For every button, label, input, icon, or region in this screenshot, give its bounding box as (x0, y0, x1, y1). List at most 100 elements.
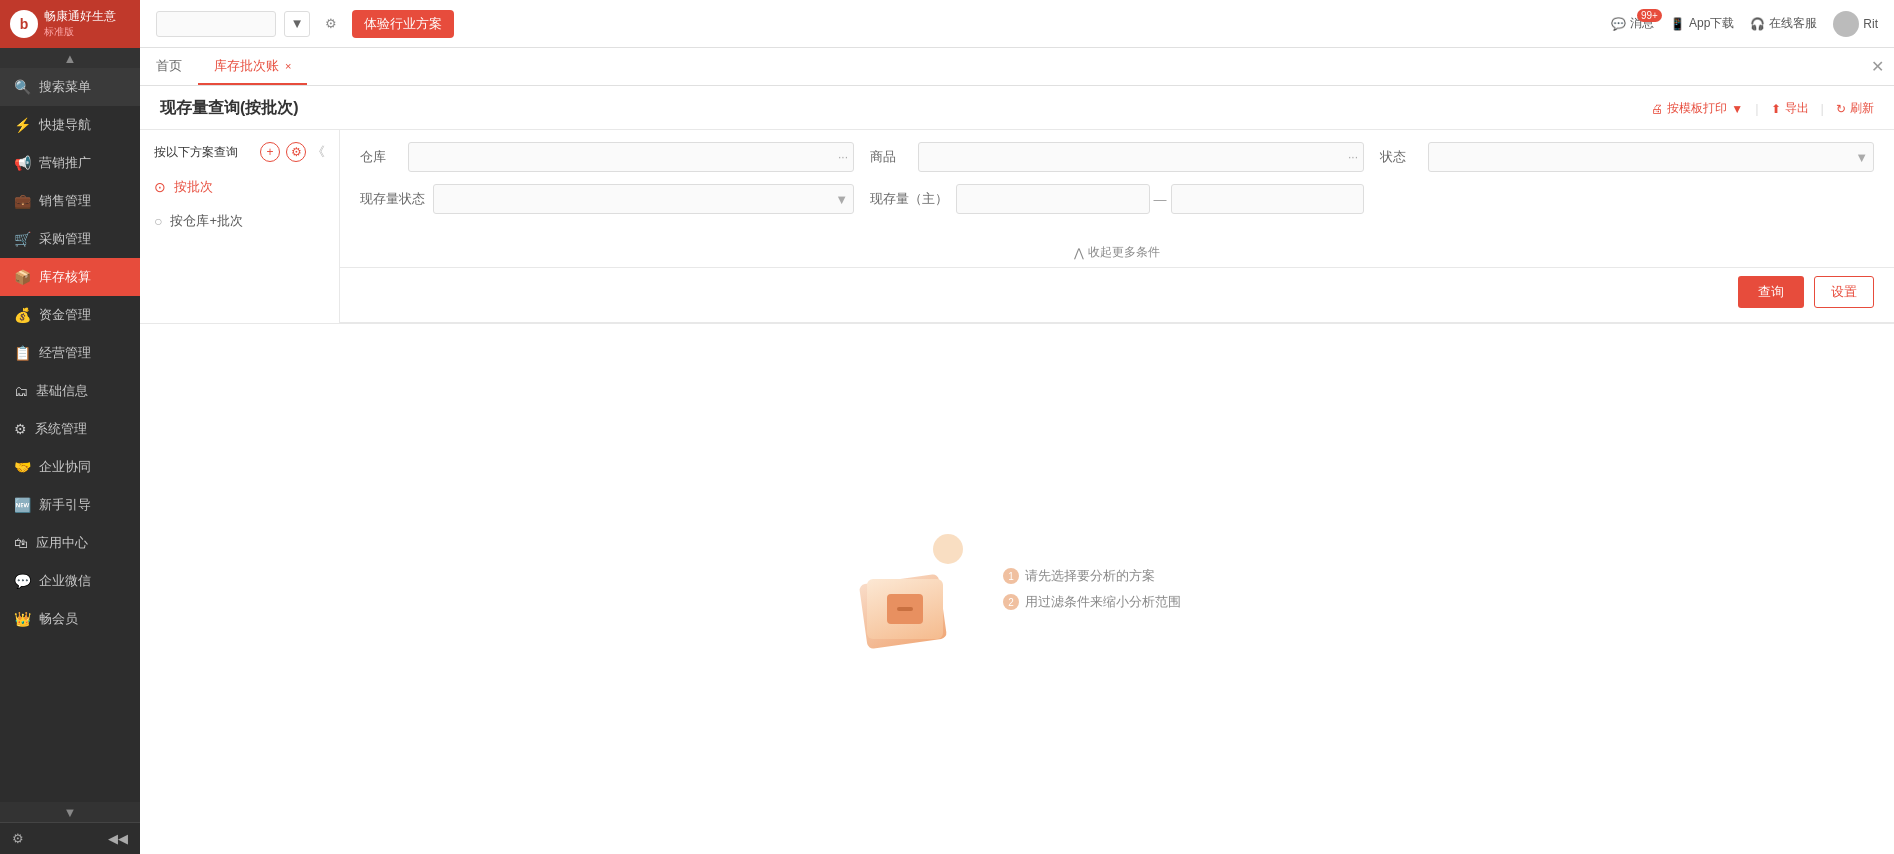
filter-field-status: 状态 ▼ (1380, 142, 1874, 172)
export-label: 导出 (1785, 100, 1809, 117)
empty-state: 1 请先选择要分析的方案 2 用过滤条件来缩小分析范围 (140, 324, 1894, 854)
appstore-icon: 🛍 (14, 535, 28, 551)
tip-num-1: 1 (1003, 568, 1019, 584)
status-select[interactable] (1428, 142, 1874, 172)
filter-panel: 按以下方案查询 + ⚙ 《 ⊙ 按批次 (140, 130, 1894, 324)
tab-home-label: 首页 (156, 57, 182, 75)
empty-inner: 1 请先选择要分析的方案 2 用过滤条件来缩小分析范围 (853, 534, 1181, 644)
tab-bar: 首页 库存批次账 × ✕ (140, 48, 1894, 86)
sidebar-item-sales[interactable]: 💼 销售管理 (0, 182, 140, 220)
refresh-button[interactable]: ↻ 刷新 (1836, 100, 1874, 117)
radio-active-icon: ⊙ (154, 179, 166, 195)
sidebar-item-guide[interactable]: 🆕 新手引导 (0, 486, 140, 524)
guide-icon: 🆕 (14, 497, 31, 513)
settings-footer-icon[interactable]: ⚙ (12, 831, 24, 846)
sidebar-item-label: 新手引导 (39, 496, 91, 514)
sidebar-item-quick[interactable]: ⚡ 快捷导航 (0, 106, 140, 144)
empty-tip-2: 2 用过滤条件来缩小分析范围 (1003, 593, 1181, 611)
collapse-icon: 《 (312, 144, 325, 159)
warehouse-dots[interactable]: ··· (838, 150, 848, 164)
filter-field-stock-qty: 现存量（主） — (870, 184, 1364, 214)
sidebar-item-purchase[interactable]: 🛒 采购管理 (0, 220, 140, 258)
empty-tips: 1 请先选择要分析的方案 2 用过滤条件来缩小分析范围 (1003, 567, 1181, 611)
filter-option-warehouse-batch-label: 按仓库+批次 (170, 212, 243, 230)
tip-num-2: 2 (1003, 594, 1019, 610)
scheme-settings-button[interactable]: ⚙ (286, 142, 306, 162)
topbar-search-input[interactable] (156, 11, 276, 37)
topbar-gear-button[interactable]: ⚙ (318, 11, 344, 37)
filter-form-area: 仓库 ··· 商品 ··· (340, 130, 1894, 323)
stock-status-select[interactable] (433, 184, 854, 214)
sidebar-item-enterprise[interactable]: 🤝 企业协同 (0, 448, 140, 486)
collapse-more-conditions[interactable]: ⋀ 收起更多条件 (340, 238, 1894, 268)
messages-badge: 99+ (1637, 9, 1662, 22)
experience-industry-button[interactable]: 体验行业方案 (352, 10, 454, 38)
app-download-button[interactable]: 📱 App下载 (1670, 15, 1734, 32)
filter-actions: 查询 设置 (340, 268, 1894, 323)
gear-small-icon: ⚙ (291, 145, 302, 159)
sidebar-item-label: 基础信息 (36, 382, 88, 400)
stock-qty-range-wrap: — (956, 184, 1364, 214)
scroll-up-arrow[interactable]: ▲ (0, 48, 140, 68)
inventory-icon: 📦 (14, 269, 31, 285)
print-dropdown-icon[interactable]: ▼ (1731, 102, 1743, 116)
query-button[interactable]: 查询 (1738, 276, 1804, 308)
warehouse-input[interactable] (408, 142, 854, 172)
collapse-sidebar-button[interactable]: 《 (312, 142, 325, 162)
filter-sidebar-actions: + ⚙ 《 (260, 142, 325, 162)
refresh-icon: ↻ (1836, 102, 1846, 116)
tab-close-icon[interactable]: × (285, 60, 291, 72)
filter-settings-button[interactable]: 设置 (1814, 276, 1874, 308)
warehouse-label: 仓库 (360, 148, 400, 166)
sidebar-item-finance[interactable]: 💰 资金管理 (0, 296, 140, 334)
filter-option-batch[interactable]: ⊙ 按批次 (140, 170, 339, 204)
sidebar-item-system[interactable]: ⚙ 系统管理 (0, 410, 140, 448)
product-input[interactable] (918, 142, 1364, 172)
add-scheme-button[interactable]: + (260, 142, 280, 162)
chevron-up-icon: ⋀ (1074, 246, 1084, 260)
topbar-dropdown-button[interactable]: ▼ (284, 11, 310, 37)
app-name: 畅康通好生意 (44, 9, 116, 25)
user-avatar[interactable]: Rit (1833, 11, 1878, 37)
stock-status-select-wrap: ▼ (433, 184, 854, 214)
sidebar-item-member[interactable]: 👑 畅会员 (0, 600, 140, 638)
scroll-down-arrow[interactable]: ▼ (0, 802, 140, 822)
sidebar-item-inventory[interactable]: 📦 库存核算 (0, 258, 140, 296)
stock-qty-max-input[interactable] (1171, 184, 1365, 214)
sidebar-item-basic[interactable]: 🗂 基础信息 (0, 372, 140, 410)
sales-icon: 💼 (14, 193, 31, 209)
topbar-left: ▼ ⚙ 体验行业方案 (156, 10, 1601, 38)
messages-button[interactable]: 💬 消息 99+ (1611, 15, 1654, 32)
sidebar-item-label: 快捷导航 (39, 116, 91, 134)
sidebar-header: b 畅康通好生意 标准版 (0, 0, 140, 48)
sidebar-item-appstore[interactable]: 🛍 应用中心 (0, 524, 140, 562)
filter-sidebar: 按以下方案查询 + ⚙ 《 ⊙ 按批次 (140, 130, 340, 323)
tab-home[interactable]: 首页 (140, 49, 198, 85)
filter-option-warehouse-batch[interactable]: ○ 按仓库+批次 (140, 204, 339, 238)
plus-icon: + (266, 145, 273, 159)
online-support-button[interactable]: 🎧 在线客服 (1750, 15, 1817, 32)
main-content: ▼ ⚙ 体验行业方案 💬 消息 99+ 📱 App下载 🎧 在线客服 Rit (140, 0, 1894, 854)
stock-qty-min-input[interactable] (956, 184, 1150, 214)
sidebar-item-operation[interactable]: 📋 经营管理 (0, 334, 140, 372)
header-sep-2: | (1821, 101, 1824, 116)
refresh-label: 刷新 (1850, 100, 1874, 117)
tab-inventory-batch[interactable]: 库存批次账 × (198, 49, 307, 85)
product-dots[interactable]: ··· (1348, 150, 1358, 164)
member-icon: 👑 (14, 611, 31, 627)
filter-field-stock-status: 现存量状态 ▼ (360, 184, 854, 214)
sidebar-item-label: 营销推广 (39, 154, 91, 172)
export-button[interactable]: ⬆ 导出 (1771, 100, 1809, 117)
print-icon: 🖨 (1651, 102, 1663, 116)
print-template-button[interactable]: 🖨 按模板打印 ▼ (1651, 100, 1743, 117)
sidebar-item-search[interactable]: 🔍 搜索菜单 (0, 68, 140, 106)
tab-bar-close-button[interactable]: ✕ (1861, 57, 1894, 76)
headset-icon: 🎧 (1750, 17, 1765, 31)
sidebar-item-marketing[interactable]: 📢 营销推广 (0, 144, 140, 182)
sidebar-item-label: 库存核算 (39, 268, 91, 286)
page-header-actions: 🖨 按模板打印 ▼ | ⬆ 导出 | ↻ 刷新 (1651, 100, 1874, 117)
collapse-sidebar-icon[interactable]: ◀◀ (108, 831, 128, 846)
filter-form: 仓库 ··· 商品 ··· (340, 130, 1894, 238)
online-support-label: 在线客服 (1769, 15, 1817, 32)
sidebar-item-wechat[interactable]: 💬 企业微信 (0, 562, 140, 600)
